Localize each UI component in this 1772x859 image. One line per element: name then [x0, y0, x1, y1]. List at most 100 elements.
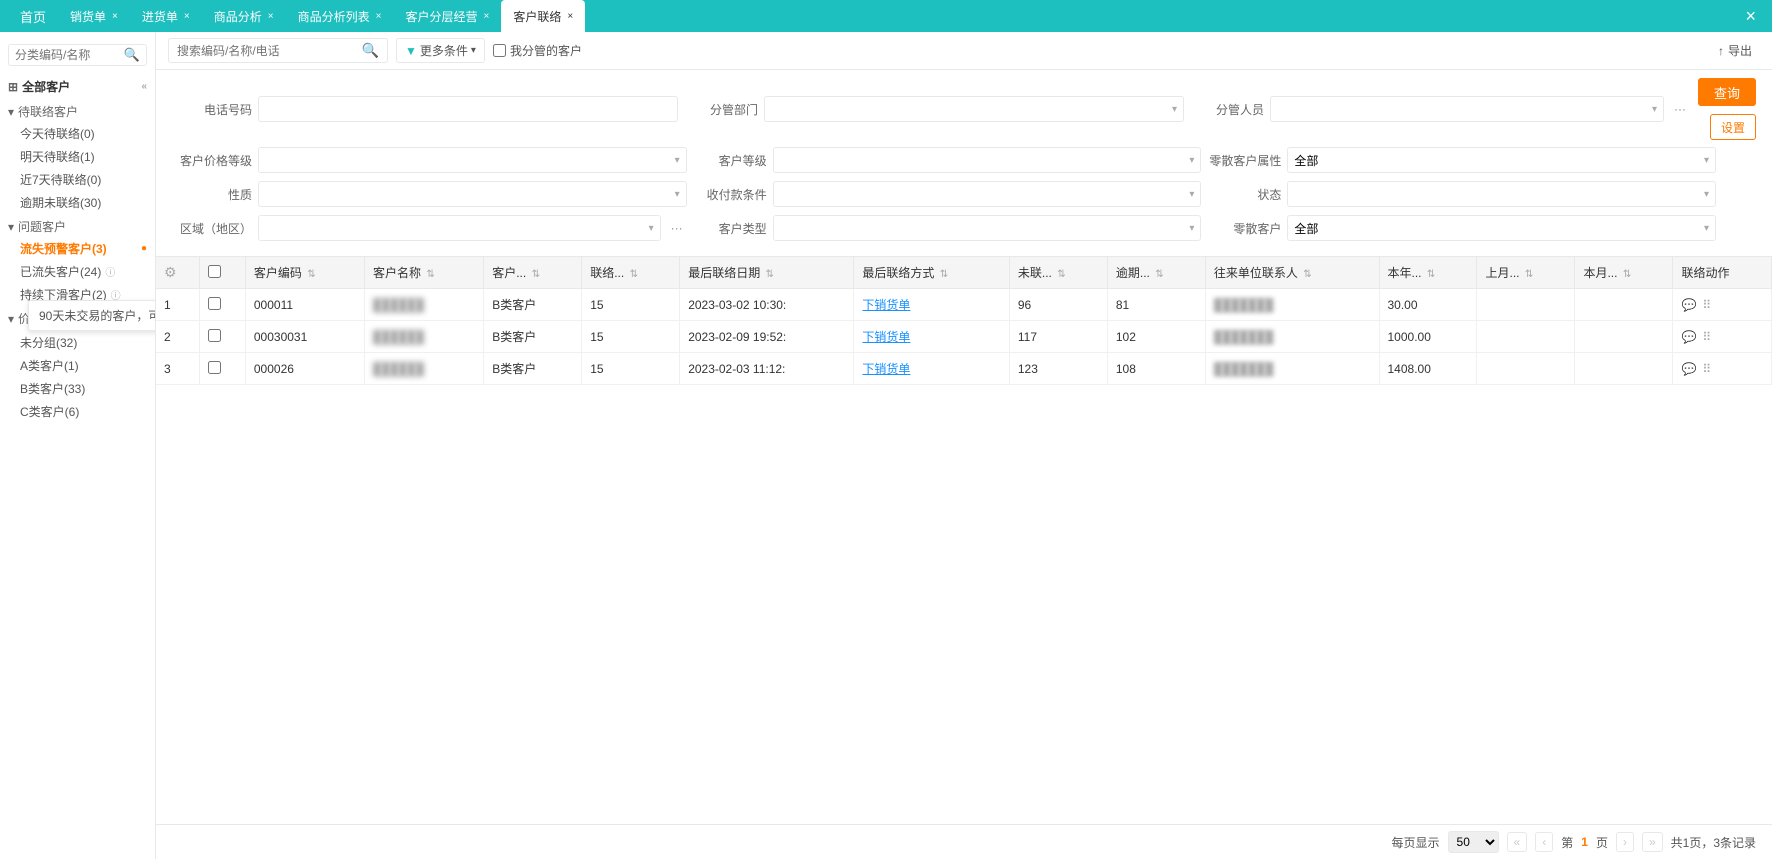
row-this-month: [1575, 289, 1673, 321]
last-page-button[interactable]: »: [1642, 832, 1663, 852]
filter-row-4: 区域（地区） ▾ ··· 客户类型 ▾ 零散客户: [172, 214, 1756, 242]
last-method-sort-icon: ⇅: [940, 269, 948, 280]
row-last-method[interactable]: 下销货单: [854, 353, 1010, 385]
nature-label: 性质: [172, 186, 252, 203]
export-button[interactable]: ↑ 导出: [1710, 39, 1760, 62]
search-input[interactable]: [177, 44, 358, 58]
col-this-month[interactable]: 本月... ⇅: [1575, 257, 1673, 289]
tab-purchase[interactable]: 进货单 ×: [130, 0, 202, 32]
person-select[interactable]: ▾: [1270, 96, 1664, 122]
region-more[interactable]: ···: [667, 221, 687, 235]
col-overdue[interactable]: 逾期... ⇅: [1107, 257, 1205, 289]
last-method-link[interactable]: 下销货单: [862, 298, 910, 312]
sidebar-item-class-b[interactable]: B类客户(33): [0, 377, 155, 400]
sidebar-item-class-c[interactable]: C类客户(6): [0, 400, 155, 423]
sidebar-item-class-a[interactable]: A类客户(1): [0, 354, 155, 377]
filter-nature: 性质 ▾: [172, 181, 687, 207]
col-last-method[interactable]: 最后联络方式 ⇅: [854, 257, 1010, 289]
close-sales-tab[interactable]: ×: [112, 11, 118, 22]
first-page-button[interactable]: «: [1507, 832, 1528, 852]
row-checkbox[interactable]: [200, 289, 245, 321]
customer-level-select[interactable]: ▾: [773, 147, 1202, 173]
sidebar-item-churn-warning[interactable]: 流失预警客户(3) ●: [0, 237, 155, 260]
select-all-checkbox[interactable]: [208, 265, 221, 278]
next-page-button[interactable]: ›: [1616, 832, 1634, 852]
action-chat-icon[interactable]: 💬: [1681, 330, 1696, 344]
last-date-sort-icon: ⇅: [766, 269, 774, 280]
nature-select[interactable]: ▾: [258, 181, 687, 207]
tab-customer-contact[interactable]: 客户联络 ×: [501, 0, 585, 32]
col-name[interactable]: 客户名称 ⇅: [365, 257, 484, 289]
col-type[interactable]: 客户... ⇅: [484, 257, 582, 289]
tab-home[interactable]: 首页: [8, 7, 58, 26]
row-last-method[interactable]: 下销货单: [854, 321, 1010, 353]
sidebar-item-tomorrow[interactable]: 明天待联络(1): [0, 145, 155, 168]
prev-page-button[interactable]: ‹: [1535, 832, 1553, 852]
tab-customer-tier[interactable]: 客户分层经营 ×: [393, 0, 501, 32]
close-customer-tier-tab[interactable]: ×: [483, 11, 489, 22]
search-button[interactable]: 🔍: [362, 42, 379, 59]
col-gear[interactable]: ⚙: [156, 257, 200, 289]
contact-sort-icon: ⇅: [630, 269, 638, 280]
my-customers-checkbox-wrap[interactable]: 我分管的客户: [493, 42, 582, 59]
sidebar-item-today[interactable]: 今天待联络(0): [0, 122, 155, 145]
dept-select[interactable]: ▾: [764, 96, 1184, 122]
sidebar-item-churn-lost[interactable]: 已流失客户(24) ⓘ: [0, 260, 155, 283]
sidebar: 🔍 ⊞ 全部客户 « ▾ 待联络客户 今天待联络(0) 明天待联络(1) 近7天…: [0, 32, 156, 859]
last-method-link[interactable]: 下销货单: [862, 330, 910, 344]
close-purchase-tab[interactable]: ×: [184, 11, 190, 22]
action-chat-icon[interactable]: 💬: [1681, 362, 1696, 376]
retail-attr-select[interactable]: 全部 ▾: [1287, 147, 1716, 173]
sidebar-item-overdue[interactable]: 逾期未联络(30): [0, 191, 155, 214]
action-chat-icon[interactable]: 💬: [1681, 298, 1696, 312]
col-last-month[interactable]: 上月... ⇅: [1477, 257, 1575, 289]
more-conditions-button[interactable]: ▼ 更多条件 ▾: [396, 38, 485, 63]
col-unit-contact[interactable]: 往来单位联系人 ⇅: [1205, 257, 1379, 289]
per-page-select[interactable]: 50 100: [1448, 831, 1499, 853]
filter-row-2: 客户价格等级 ▾ 客户等级 ▾ 零散客户属性 全部: [172, 146, 1756, 174]
year-sort-icon: ⇅: [1427, 269, 1435, 280]
close-customer-contact-tab[interactable]: ×: [567, 11, 573, 22]
customer-type-select[interactable]: ▾: [773, 215, 1202, 241]
col-code[interactable]: 客户编码 ⇅: [245, 257, 364, 289]
sidebar-item-unsorted[interactable]: 未分组(32): [0, 331, 155, 354]
sidebar-all-customers[interactable]: ⊞ 全部客户 «: [0, 74, 155, 99]
total-label: 共1页，3条记录: [1671, 834, 1756, 851]
tab-sales[interactable]: 销货单 ×: [58, 0, 130, 32]
last-method-link[interactable]: 下销货单: [862, 362, 910, 376]
col-this-year[interactable]: 本年... ⇅: [1379, 257, 1477, 289]
settings-button[interactable]: 设置: [1710, 114, 1756, 140]
region-select[interactable]: ▾: [258, 215, 661, 241]
gear-icon[interactable]: ⚙: [164, 264, 177, 280]
person-more[interactable]: ···: [1670, 102, 1690, 116]
tab-analysis-list[interactable]: 商品分析列表 ×: [286, 0, 394, 32]
row-this-year: 1000.00: [1379, 321, 1477, 353]
query-button[interactable]: 查询: [1698, 78, 1756, 106]
status-select[interactable]: ▾: [1287, 181, 1716, 207]
col-contact[interactable]: 联络... ⇅: [582, 257, 680, 289]
sidebar-search-input[interactable]: [15, 48, 124, 62]
pending-arrow: ▾: [8, 105, 14, 119]
row-contact: 15: [582, 289, 680, 321]
close-analysis-tab[interactable]: ×: [268, 11, 274, 22]
row-checkbox[interactable]: [200, 353, 245, 385]
sidebar-item-week[interactable]: 近7天待联络(0): [0, 168, 155, 191]
action-more-icon[interactable]: ⠿: [1702, 330, 1711, 344]
close-analysis-list-tab[interactable]: ×: [376, 11, 382, 22]
action-more-icon[interactable]: ⠿: [1702, 298, 1711, 312]
my-customers-checkbox[interactable]: [493, 44, 506, 57]
col-no-contact[interactable]: 未联... ⇅: [1009, 257, 1107, 289]
col-last-date[interactable]: 最后联络日期 ⇅: [680, 257, 854, 289]
price-level-select[interactable]: ▾: [258, 147, 687, 173]
sidebar-section-churn[interactable]: ▾ 问题客户: [0, 214, 155, 237]
tab-analysis[interactable]: 商品分析 ×: [202, 0, 286, 32]
retail-customer-select[interactable]: 全部 ▾: [1287, 215, 1716, 241]
phone-input[interactable]: [258, 96, 678, 122]
window-close-button[interactable]: ×: [1737, 6, 1764, 27]
row-last-method[interactable]: 下销货单: [854, 289, 1010, 321]
retail-attr-label: 零散客户属性: [1201, 152, 1281, 169]
action-more-icon[interactable]: ⠿: [1702, 362, 1711, 376]
sidebar-section-pending[interactable]: ▾ 待联络客户: [0, 99, 155, 122]
payment-select[interactable]: ▾: [773, 181, 1202, 207]
row-checkbox[interactable]: [200, 321, 245, 353]
